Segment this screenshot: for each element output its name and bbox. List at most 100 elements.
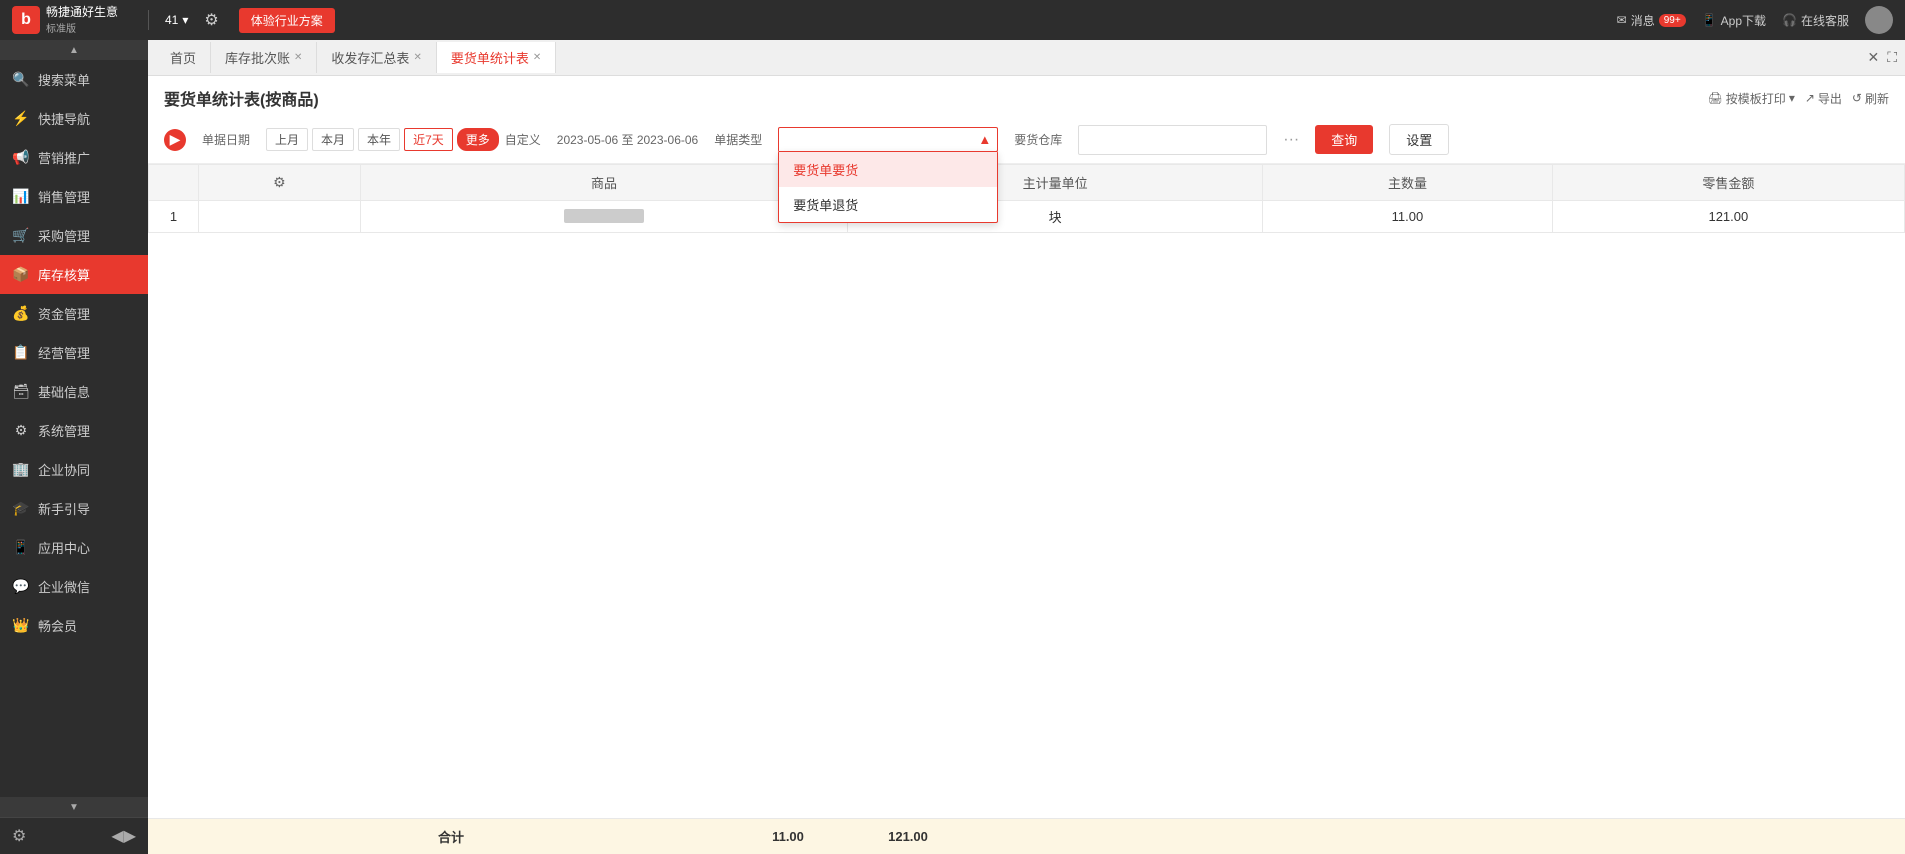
sidebar-item-wechat[interactable]: 💬 企业微信 [0,567,148,606]
message-button[interactable]: ✉ 消息 99+ [1617,12,1686,29]
col-amount: 零售金额 [1552,165,1904,201]
total-qty-value: 11.00 [728,829,848,844]
page-title: 要货单统计表(按商品) [164,86,319,110]
sidebar-settings-icon[interactable]: ⚙ [12,826,26,846]
settings-filter-button[interactable]: 设置 [1389,124,1449,155]
total-text: 合计 [438,830,464,845]
dropdown-item-order-goods[interactable]: 要货单要货 [779,152,997,187]
type-dropdown-arrow[interactable]: ▲ [972,128,997,151]
app-download-button[interactable]: 📱 App下载 [1702,12,1766,29]
cell-amount: 121.00 [1552,201,1904,233]
logo-icon: b [12,6,40,34]
sidebar-item-enterprise[interactable]: 🏢 企业协同 [0,450,148,489]
tab-order-summary[interactable]: 要货单统计表 ✕ [437,42,556,73]
sidebar-item-purchase[interactable]: 🛒 采购管理 [0,216,148,255]
warehouse-filter-input[interactable] [1087,129,1258,151]
guide-icon: 🎓 [12,500,30,518]
warehouse-filter-input-group[interactable] [1078,125,1267,155]
page-actions: 🖨 按模板打印 ▾ ↗ 导出 ↺ 刷新 [1708,90,1889,107]
last-month-btn[interactable]: 上月 [266,128,308,151]
sidebar-item-label: 采购管理 [38,226,90,245]
date-quick-group: 上月 本月 本年 近7天 更多 自定义 [266,128,541,151]
this-year-btn[interactable]: 本年 [358,128,400,151]
last-7days-btn[interactable]: 近7天 [404,128,453,151]
tab-inventory-batch[interactable]: 库存批次账 ✕ [211,42,317,73]
store-selector[interactable]: 41 ▾ [165,13,188,27]
this-month-btn[interactable]: 本月 [312,128,354,151]
sidebar-item-system[interactable]: ⚙ 系统管理 [0,411,148,450]
type-filter-label: 单据类型 [714,131,762,148]
message-badge: 99+ [1659,14,1686,27]
tab-inventory-batch-close[interactable]: ✕ [294,52,302,63]
tab-recv-summary[interactable]: 收发存汇总表 ✕ [317,42,436,73]
user-avatar[interactable] [1865,6,1893,34]
sidebar-item-sales[interactable]: 📊 销售管理 [0,177,148,216]
sidebar-item-label: 系统管理 [38,421,90,440]
sidebar-collapse-icon[interactable]: ◀▶ [111,826,136,846]
filter-expand-button[interactable]: ▶ [164,129,186,151]
tab-home[interactable]: 首页 [156,42,211,73]
inventory-icon: 📦 [12,266,30,284]
sidebar: ▲ 🔍 搜索菜单 ⚡ 快捷导航 📢 营销推广 📊 销售管理 [0,40,148,854]
sidebar-scroll-up[interactable]: ▲ [0,40,148,60]
tab-expand-icon[interactable]: ⛶ [1887,49,1897,66]
sidebar-item-inventory[interactable]: 📦 库存核算 [0,255,148,294]
top-bar: b 畅捷通好生意 标准版 41 ▾ ⚙ 体验行业方案 ✉ 消息 99+ 📱 [0,0,1905,40]
content-area: 首页 库存批次账 ✕ 收发存汇总表 ✕ 要货单统计表 ✕ ✕ ⛶ [148,40,1905,854]
trial-button[interactable]: 体验行业方案 [239,8,335,33]
page-header: 要货单统计表(按商品) 🖨 按模板打印 ▾ ↗ 导出 ↺ 刷新 [148,76,1905,116]
filter-bar: ▶ 单据日期 上月 本月 本年 近7天 更多 自定义 2023-05-06 至 … [148,116,1905,164]
more-dates-btn[interactable]: 更多 [457,128,499,151]
col-product: 商品 [360,165,847,201]
tab-recv-summary-label: 收发存汇总表 [331,48,409,67]
table-row: 1 块 11.00 121.00 [149,201,1905,233]
sidebar-item-label: 资金管理 [38,304,90,323]
print-icon: 🖨 [1708,91,1723,105]
table-body: 1 块 11.00 121.00 [149,201,1905,233]
total-amount-value: 121.00 [848,829,968,844]
online-service-button[interactable]: 🎧 在线客服 [1782,12,1849,29]
quick-nav-icon: ⚡ [12,110,30,128]
sidebar-item-member[interactable]: 👑 畅会员 [0,606,148,645]
sidebar-item-search[interactable]: 🔍 搜索菜单 [0,60,148,99]
tab-close-all-icon[interactable]: ✕ [1867,49,1879,66]
sidebar-item-app-center[interactable]: 📱 应用中心 [0,528,148,567]
total-label: 合计 [428,827,608,846]
online-service-label: 在线客服 [1801,12,1849,29]
filter-more-options[interactable]: ··· [1283,131,1299,149]
export-button[interactable]: ↗ 导出 [1805,90,1842,107]
type-filter-input-group[interactable]: ▲ 要货单要货 要货单退货 [778,127,998,152]
settings-icon[interactable]: ⚙ [204,10,218,30]
query-button[interactable]: 查询 [1315,125,1373,154]
sidebar-item-label: 销售管理 [38,187,90,206]
tabs-right: ✕ ⛶ [1867,49,1897,66]
brand-name: 畅捷通好生意 [46,5,118,21]
basic-icon: 🗃 [12,383,30,401]
topbar-divider [148,10,149,30]
type-filter-input[interactable] [779,129,972,151]
dropdown-item-order-goods-label: 要货单要货 [793,163,858,178]
edition-label: 标准版 [46,20,118,35]
sidebar-item-finance[interactable]: 💰 资金管理 [0,294,148,333]
product-name-blurred [564,209,644,223]
col-settings[interactable]: ⚙ [199,165,361,201]
print-button[interactable]: 🖨 按模板打印 ▾ [1708,90,1795,107]
sidebar-item-label: 企业微信 [38,577,90,596]
sidebar-item-basic[interactable]: 🗃 基础信息 [0,372,148,411]
logo-text-group: 畅捷通好生意 标准版 [46,5,118,36]
sidebar-item-operation[interactable]: 📋 经营管理 [0,333,148,372]
sidebar-item-quick-nav[interactable]: ⚡ 快捷导航 [0,99,148,138]
table-header-row: ⚙ 商品 主计量单位 主数量 零售金额 [149,165,1905,201]
dropdown-item-order-return[interactable]: 要货单退货 [779,187,997,222]
tab-order-summary-label: 要货单统计表 [451,48,529,67]
sidebar-item-marketing[interactable]: 📢 营销推广 [0,138,148,177]
warehouse-filter-label: 要货仓库 [1014,131,1062,148]
col-settings-icon[interactable]: ⚙ [273,174,286,190]
refresh-button[interactable]: ↺ 刷新 [1852,90,1889,107]
sidebar-scroll-down[interactable]: ▼ [0,797,148,817]
print-label: 按模板打印 [1726,90,1786,107]
tab-order-summary-close[interactable]: ✕ [533,52,541,63]
tab-recv-summary-close[interactable]: ✕ [413,52,421,63]
phone-icon: 📱 [1702,13,1717,27]
sidebar-item-guide[interactable]: 🎓 新手引导 [0,489,148,528]
